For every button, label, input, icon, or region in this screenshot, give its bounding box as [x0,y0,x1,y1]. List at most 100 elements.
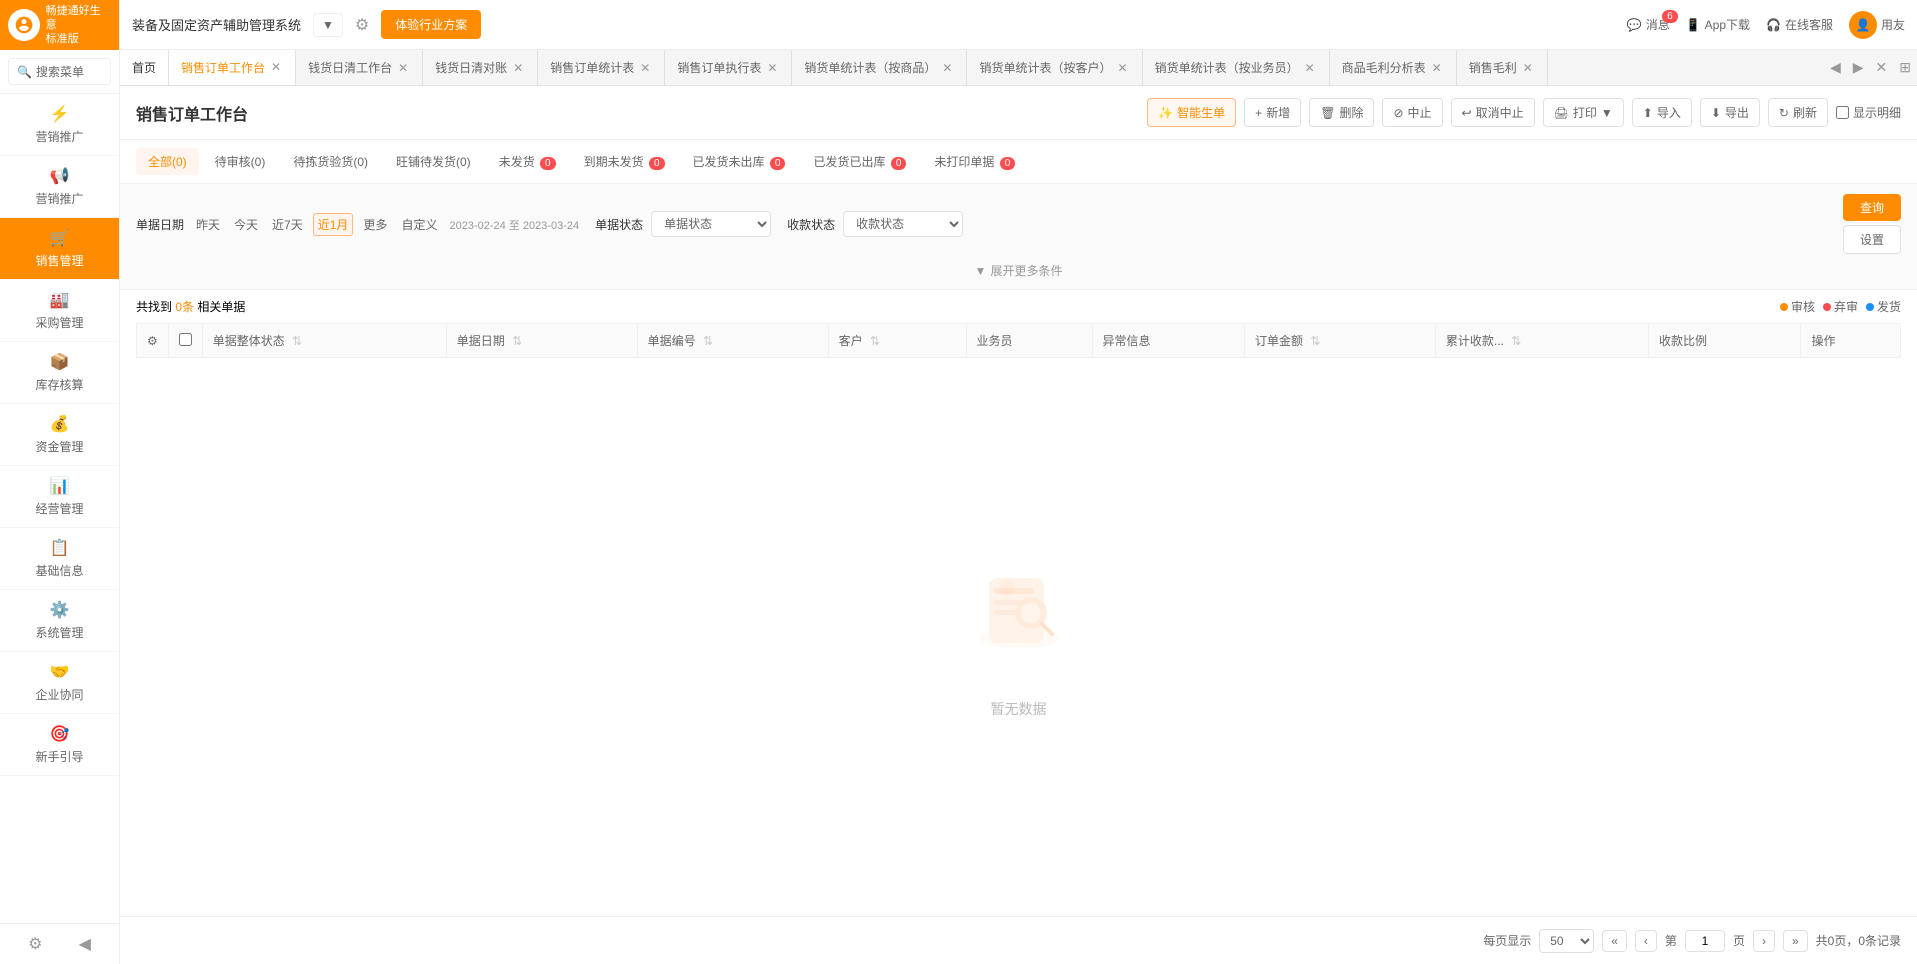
col-customer[interactable]: 客户 ⇅ [828,324,966,358]
tab-sales-by-product[interactable]: 销货单统计表（按商品） ✕ [792,50,967,86]
solution-button[interactable]: 体验行业方案 [381,10,481,39]
select-all-checkbox[interactable] [179,333,192,346]
date-btn-1month[interactable]: 近1月 [313,213,354,236]
table-checkbox-col[interactable] [168,324,202,358]
query-button[interactable]: 查询 [1843,194,1901,221]
col-number[interactable]: 单据编号 ⇅ [637,324,828,358]
tab-close-current-button[interactable]: ✕ [1870,55,1894,80]
cancel-review-action-button[interactable]: 弃审 [1823,298,1858,315]
tab-scroll-right-button[interactable]: ▶ [1847,55,1870,80]
import-button[interactable]: ⬆ 导入 [1632,98,1692,127]
tab-sales-profit[interactable]: 销售毛利 ✕ [1457,50,1548,86]
show-detail-checkbox-label[interactable]: 显示明细 [1836,104,1901,121]
data-table: ⚙ 单据整体状态 ⇅ 单据日期 ⇅ [136,323,1901,358]
date-btn-custom[interactable]: 自定义 [397,213,441,236]
sidebar-item-finance[interactable]: 💰 资金管理 [0,404,119,466]
last-page-button[interactable]: » [1783,930,1808,952]
sidebar-item-operations[interactable]: 📊 经营管理 [0,466,119,528]
date-btn-more[interactable]: 更多 [359,213,391,236]
col-date[interactable]: 单据日期 ⇅ [446,324,637,358]
sidebar-settings-button[interactable]: ⚙ [28,934,42,954]
page-size-select[interactable]: 50 10 20 100 [1539,929,1594,953]
date-btn-today[interactable]: 今天 [230,213,262,236]
sub-tab-unprinted[interactable]: 未打印单据 0 [922,148,1027,175]
table-settings-col[interactable]: ⚙ [137,324,169,358]
first-page-button[interactable]: « [1602,930,1627,952]
search-menu-button[interactable]: 🔍 搜索菜单 [8,58,111,85]
tab-sales-by-staff[interactable]: 销货单统计表（按业务员） ✕ [1143,50,1330,86]
review-action-button[interactable]: 审核 [1780,298,1815,315]
tab-close-cash-daily[interactable]: ✕ [396,61,410,75]
sidebar-item-marketing[interactable]: 📢 营销推广 [0,156,119,218]
sidebar-item-inventory[interactable]: 📦 库存核算 [0,342,119,404]
date-btn-7days[interactable]: 近7天 [268,213,307,236]
filter-settings-button[interactable]: 设置 [1843,225,1901,254]
table-scroll-container[interactable]: ⚙ 单据整体状态 ⇅ 单据日期 ⇅ [136,323,1901,358]
tab-close-sales-by-customer[interactable]: ✕ [1116,61,1130,75]
sidebar-item-base[interactable]: 📋 基础信息 [0,528,119,590]
tab-close-product-margin[interactable]: ✕ [1430,61,1444,75]
tab-sales-workbench[interactable]: 销售订单工作台 ✕ [169,50,296,86]
tab-close-cash-reconcile[interactable]: ✕ [511,61,525,75]
show-detail-checkbox[interactable] [1836,106,1849,119]
page-number-input[interactable] [1685,930,1725,952]
sidebar-item-purchase[interactable]: 🏭 采购管理 [0,280,119,342]
user-menu-button[interactable]: 👤 用友 [1849,11,1905,39]
sidebar-item-system[interactable]: ⚙️ 系统管理 [0,590,119,652]
tab-cash-reconcile[interactable]: 钱货日清对账 ✕ [423,50,538,86]
message-button[interactable]: 💬 消息 6 [1627,16,1670,33]
tab-expand-button[interactable]: ⊞ [1893,55,1917,80]
ship-action-button[interactable]: 发货 [1866,298,1901,315]
sub-tab-overdue-unshipped[interactable]: 到期未发货 0 [572,148,677,175]
system-dropdown-button[interactable]: ▼ [313,13,343,37]
sub-tab-pending-review[interactable]: 待审核(0) [203,148,278,175]
next-page-button[interactable]: › [1753,930,1775,952]
sidebar-item-guide[interactable]: 🎯 新手引导 [0,714,119,776]
export-button[interactable]: ⬇ 导出 [1700,98,1760,127]
sidebar-item-sales[interactable]: 🛒 销售管理 [0,218,119,280]
tab-sales-by-customer[interactable]: 销货单统计表（按客户） ✕ [967,50,1142,86]
tab-sales-exec[interactable]: 销售订单执行表 ✕ [665,50,792,86]
header-settings-button[interactable]: ⚙ [355,15,369,35]
col-status[interactable]: 单据整体状态 ⇅ [202,324,446,358]
refresh-button[interactable]: ↻ 刷新 [1768,98,1828,127]
sub-tab-wangpu[interactable]: 旺铺待发货(0) [384,148,483,175]
add-button[interactable]: + 新增 [1244,98,1301,127]
tab-close-sales-by-staff[interactable]: ✕ [1303,61,1317,75]
expand-more-button[interactable]: ▼ 展开更多条件 [136,262,1901,279]
online-service-button[interactable]: 🎧 在线客服 [1766,16,1833,33]
tab-cash-daily[interactable]: 钱货日清工作台 ✕ [296,50,423,86]
tab-close-sales-by-product[interactable]: ✕ [940,61,954,75]
sidebar-item-enterprise[interactable]: 🤝 企业协同 [0,652,119,714]
sub-tab-unshipped[interactable]: 未发货 0 [487,148,568,175]
sidebar-collapse-button[interactable]: ◀ [79,934,91,954]
tab-close-sales-workbench[interactable]: ✕ [269,60,283,74]
date-btn-yesterday[interactable]: 昨天 [192,213,224,236]
sub-tab-pending-inspect[interactable]: 待拣货验货(0) [281,148,380,175]
sidebar-item-quicknav[interactable]: ⚡ 营销推广 [0,94,119,156]
sub-tab-shipped-out[interactable]: 已发货已出库 0 [801,148,918,175]
prev-page-button[interactable]: ‹ [1635,930,1657,952]
stop-button[interactable]: ⊘ 中止 [1382,98,1442,127]
status-filter-select[interactable]: 单据状态 [651,211,771,237]
status-filter-item: 单据状态 单据状态 [595,211,771,237]
user-avatar: 👤 [1849,11,1877,39]
tab-sales-stats[interactable]: 销售订单统计表 ✕ [538,50,665,86]
tab-close-sales-profit[interactable]: ✕ [1521,61,1535,75]
tab-home[interactable]: 首页 [120,50,169,86]
payment-filter-select[interactable]: 收款状态 [843,211,963,237]
tab-product-margin[interactable]: 商品毛利分析表 ✕ [1330,50,1457,86]
col-amount[interactable]: 订单金额 ⇅ [1244,324,1435,358]
sub-tab-all[interactable]: 全部(0) [136,148,199,175]
print-button[interactable]: 🖨 打印 ▼ [1543,98,1624,127]
tab-scroll-left-button[interactable]: ◀ [1824,55,1847,80]
col-collected[interactable]: 累计收款... ⇅ [1435,324,1648,358]
col-staff: 业务员 [966,324,1092,358]
tab-close-sales-stats[interactable]: ✕ [638,61,652,75]
tab-close-sales-exec[interactable]: ✕ [765,61,779,75]
delete-button[interactable]: 🗑 删除 [1309,98,1374,127]
ai-generate-button[interactable]: ✨ 智能生单 [1147,98,1236,127]
sub-tab-shipped-not-out[interactable]: 已发货未出库 0 [681,148,798,175]
app-download-button[interactable]: 📱 App下载 [1686,16,1750,33]
cancel-stop-button[interactable]: ↩ 取消中止 [1451,98,1535,127]
